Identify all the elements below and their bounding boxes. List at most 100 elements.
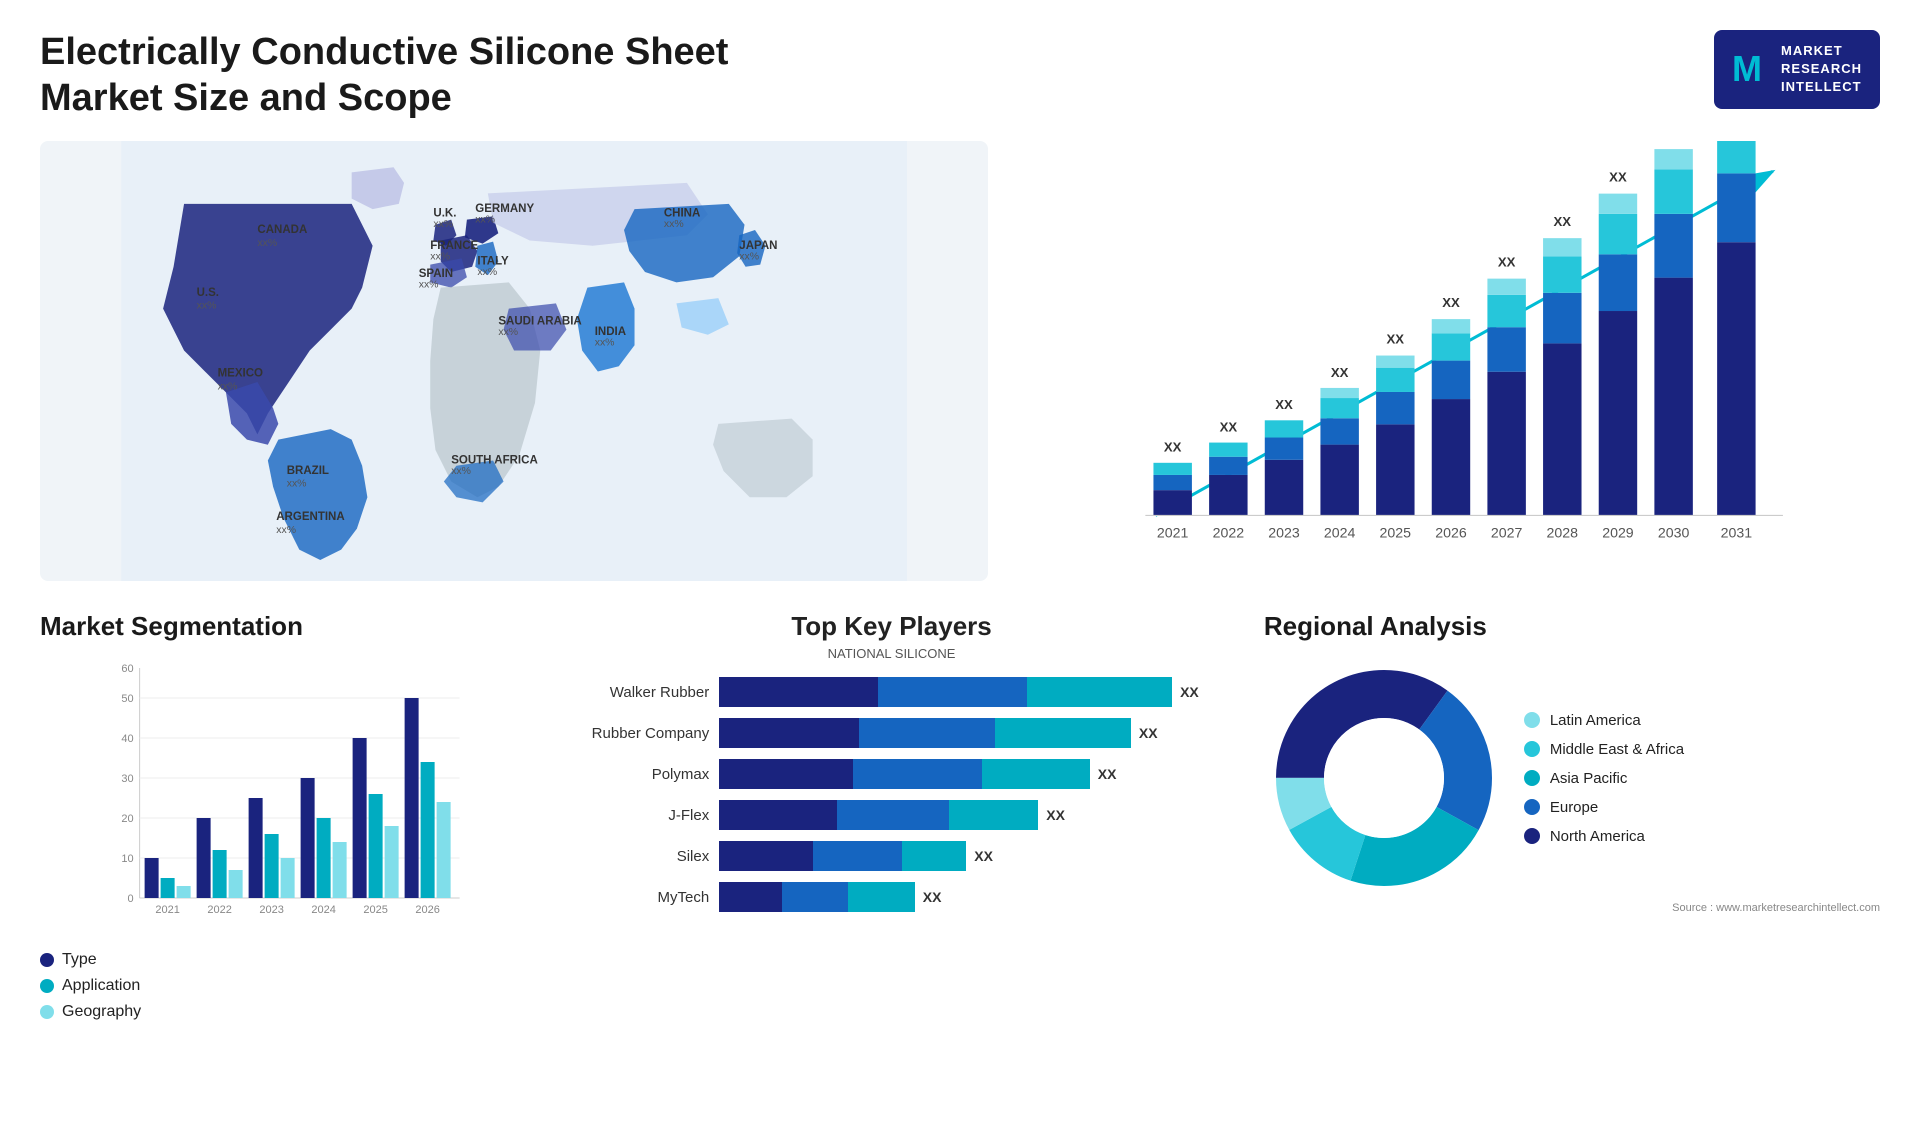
svg-text:10: 10	[121, 853, 133, 865]
legend-item-application: Application	[40, 977, 519, 995]
svg-text:BRAZIL: BRAZIL	[287, 465, 329, 477]
reg-dot-mea	[1524, 741, 1540, 757]
regional-chart-wrap: Latin America Middle East & Africa Asia …	[1264, 658, 1880, 898]
header: Electrically Conductive Silicone Sheet M…	[40, 30, 1880, 121]
svg-text:2022: 2022	[207, 904, 231, 916]
svg-text:CANADA: CANADA	[257, 224, 308, 236]
svg-text:xx%: xx%	[595, 337, 615, 348]
svg-text:XX: XX	[1498, 255, 1516, 270]
svg-text:xx%: xx%	[475, 215, 495, 226]
reg-dot-latin	[1524, 712, 1540, 728]
player-bar-wrap-4: XX	[719, 800, 1234, 830]
svg-text:FRANCE: FRANCE	[430, 240, 478, 252]
svg-text:40: 40	[121, 733, 133, 745]
player-name-1: Walker Rubber	[549, 684, 709, 701]
regional-title: Regional Analysis	[1264, 611, 1880, 642]
player-xx-6: XX	[923, 889, 942, 905]
player-row-1: Walker Rubber XX	[549, 677, 1234, 707]
svg-text:XX: XX	[1554, 214, 1572, 229]
player-bar-wrap-5: XX	[719, 841, 1234, 871]
svg-text:XX: XX	[1387, 332, 1405, 347]
svg-text:2022: 2022	[1213, 526, 1245, 542]
players-section: Top Key Players NATIONAL SILICONE Walker…	[549, 611, 1234, 1031]
player-bar-wrap-3: XX	[719, 759, 1234, 789]
player-bar-seg1-5	[719, 841, 813, 871]
segmentation-section: Market Segmentation 0 10 20 30 40 50 60	[40, 611, 519, 1031]
player-row-2: Rubber Company XX	[549, 718, 1234, 748]
regional-legend-item-europe: Europe	[1524, 799, 1684, 816]
player-bar-1	[719, 677, 1172, 707]
player-bar-4	[719, 800, 1038, 830]
svg-text:2021: 2021	[155, 904, 179, 916]
logo-line3: INTELLECT	[1781, 78, 1862, 96]
player-bar-seg3-6	[848, 882, 914, 912]
bottom-section: Market Segmentation 0 10 20 30 40 50 60	[40, 611, 1880, 1031]
legend-item-geography: Geography	[40, 1003, 519, 1021]
svg-text:xx%: xx%	[257, 238, 277, 249]
svg-text:2029: 2029	[1602, 526, 1634, 542]
player-bar-3	[719, 759, 1090, 789]
legend-dot-application	[40, 979, 54, 993]
svg-text:30: 30	[121, 773, 133, 785]
svg-text:2027: 2027	[1491, 526, 1523, 542]
svg-text:xx%: xx%	[419, 280, 439, 291]
logo-line2: RESEARCH	[1781, 60, 1862, 78]
regional-label-apac: Asia Pacific	[1550, 770, 1628, 787]
page-title: Electrically Conductive Silicone Sheet M…	[40, 30, 740, 121]
svg-text:xx%: xx%	[498, 327, 518, 338]
svg-text:INDIA: INDIA	[595, 326, 627, 338]
legend-dot-type	[40, 953, 54, 967]
svg-text:xx%: xx%	[197, 301, 217, 312]
svg-text:XX: XX	[1220, 420, 1238, 435]
regional-section: Regional Analysis	[1264, 611, 1880, 1031]
svg-text:xx%: xx%	[218, 381, 238, 392]
player-bar-seg2-2	[859, 718, 995, 748]
bar-chart-svg: XX XX XX XX XX	[1018, 141, 1880, 546]
regional-label-latin: Latin America	[1550, 712, 1641, 729]
reg-dot-na	[1524, 828, 1540, 844]
player-bar-seg3-3	[982, 759, 1089, 789]
player-bar-seg1-6	[719, 882, 782, 912]
player-xx-4: XX	[1046, 807, 1065, 823]
svg-text:2024: 2024	[311, 904, 335, 916]
svg-text:50: 50	[121, 693, 133, 705]
player-row-6: MyTech XX	[549, 882, 1234, 912]
players-title: Top Key Players	[549, 611, 1234, 642]
regional-legend-item-mea: Middle East & Africa	[1524, 741, 1684, 758]
svg-text:U.K.: U.K.	[433, 208, 456, 220]
svg-text:xx%: xx%	[477, 267, 497, 278]
player-name-2: Rubber Company	[549, 725, 709, 742]
svg-text:xx%: xx%	[433, 219, 453, 230]
svg-text:SOUTH AFRICA: SOUTH AFRICA	[451, 455, 538, 467]
regional-label-mea: Middle East & Africa	[1550, 741, 1684, 758]
svg-text:XX: XX	[1164, 440, 1182, 455]
svg-text:MEXICO: MEXICO	[218, 368, 263, 380]
player-row-5: Silex XX	[549, 841, 1234, 871]
player-name-6: MyTech	[549, 889, 709, 906]
player-row-3: Polymax XX	[549, 759, 1234, 789]
svg-text:2026: 2026	[1435, 526, 1467, 542]
svg-text:2028: 2028	[1547, 526, 1579, 542]
svg-text:XX: XX	[1331, 365, 1349, 380]
svg-text:ITALY: ITALY	[477, 256, 509, 268]
player-name-4: J-Flex	[549, 807, 709, 824]
player-bar-seg3-4	[949, 800, 1038, 830]
player-xx-1: XX	[1180, 684, 1199, 700]
player-bar-5	[719, 841, 966, 871]
legend-dot-geography	[40, 1005, 54, 1019]
player-bar-seg3-2	[995, 718, 1131, 748]
legend-label-application: Application	[62, 977, 140, 995]
svg-text:xx%: xx%	[664, 219, 684, 230]
svg-text:0: 0	[127, 893, 133, 905]
player-bar-seg3-1	[1027, 677, 1172, 707]
top-section: CANADA xx% U.S. xx% MEXICO xx% BRAZIL xx…	[40, 141, 1880, 581]
svg-text:ARGENTINA: ARGENTINA	[276, 511, 345, 523]
svg-text:xx%: xx%	[739, 252, 759, 263]
player-bar-wrap-1: XX	[719, 677, 1234, 707]
svg-text:XX: XX	[1609, 170, 1627, 185]
regional-label-europe: Europe	[1550, 799, 1598, 816]
regional-legend-item-apac: Asia Pacific	[1524, 770, 1684, 787]
legend-item-type: Type	[40, 951, 519, 969]
svg-text:2031: 2031	[1721, 526, 1753, 542]
svg-text:2023: 2023	[1268, 526, 1300, 542]
